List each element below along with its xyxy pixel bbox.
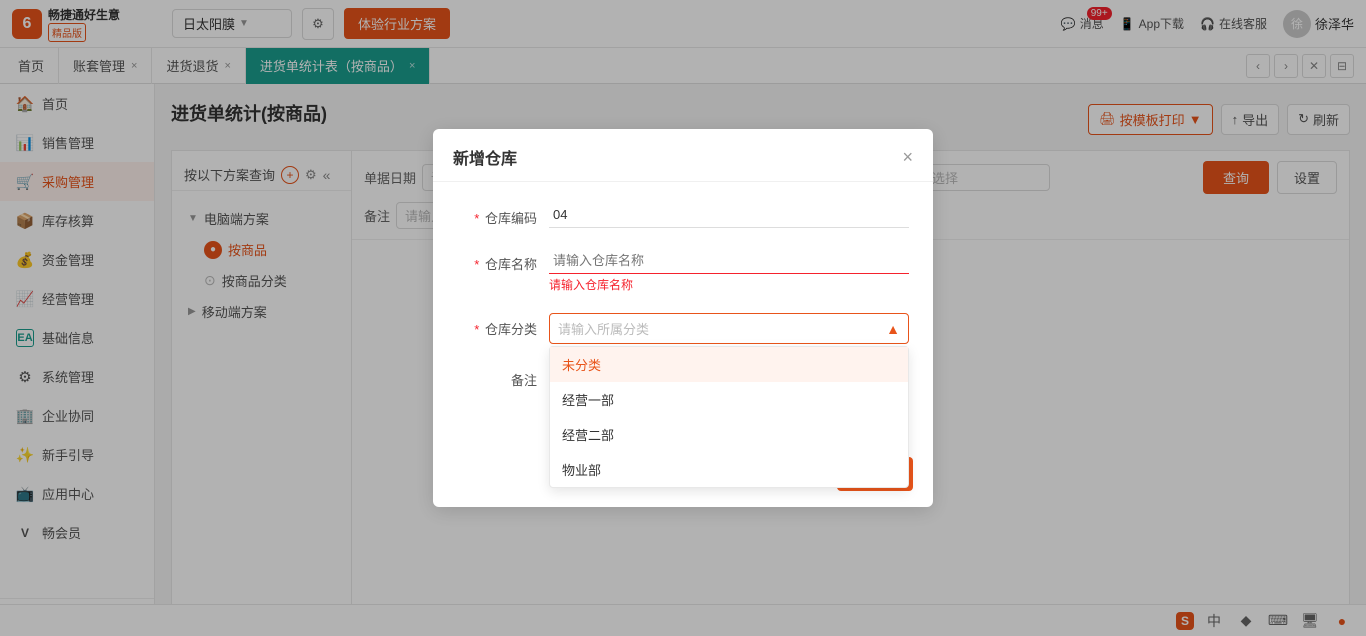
code-field-wrap [549, 202, 909, 228]
name-input[interactable] [549, 248, 909, 274]
form-row-name: * 仓库名称 请输入仓库名称 [457, 248, 909, 293]
category-select[interactable]: 请输入所属分类 ▲ [549, 313, 909, 344]
modal-overlay: 新增仓库 × * 仓库编码 * 仓库名称 [0, 0, 1366, 636]
dropdown-item-unclassified[interactable]: 未分类 [550, 347, 908, 382]
required-star-category: * [474, 322, 479, 337]
dropdown-item-property[interactable]: 物业部 [550, 452, 908, 487]
name-field-wrap: 请输入仓库名称 [549, 248, 909, 293]
dropdown-item-ops2[interactable]: 经营二部 [550, 417, 908, 452]
modal-close-button[interactable]: × [902, 147, 913, 168]
code-input[interactable] [549, 202, 909, 228]
name-error-message: 请输入仓库名称 [549, 276, 909, 293]
category-label: * 仓库分类 [457, 313, 537, 338]
modal-title: 新增仓库 [453, 145, 517, 169]
category-arrow-icon: ▲ [886, 321, 900, 337]
required-star-code: * [474, 211, 479, 226]
category-placeholder: 请输入所属分类 [558, 319, 649, 338]
form-row-category: * 仓库分类 请输入所属分类 ▲ 未分类 经营一部 经营二部 物业部 [457, 313, 909, 344]
note-form-label: 备注 [457, 364, 537, 389]
modal-body: * 仓库编码 * 仓库名称 请输入仓库名称 [433, 182, 933, 445]
name-label: * 仓库名称 [457, 248, 537, 273]
category-dropdown: 未分类 经营一部 经营二部 物业部 [549, 346, 909, 488]
code-label: * 仓库编码 [457, 202, 537, 227]
form-row-code: * 仓库编码 [457, 202, 909, 228]
required-star-name: * [474, 257, 479, 272]
modal-add-warehouse: 新增仓库 × * 仓库编码 * 仓库名称 [433, 129, 933, 507]
category-field-wrap: 请输入所属分类 ▲ 未分类 经营一部 经营二部 物业部 [549, 313, 909, 344]
modal-header: 新增仓库 × [433, 129, 933, 182]
dropdown-item-ops1[interactable]: 经营一部 [550, 382, 908, 417]
